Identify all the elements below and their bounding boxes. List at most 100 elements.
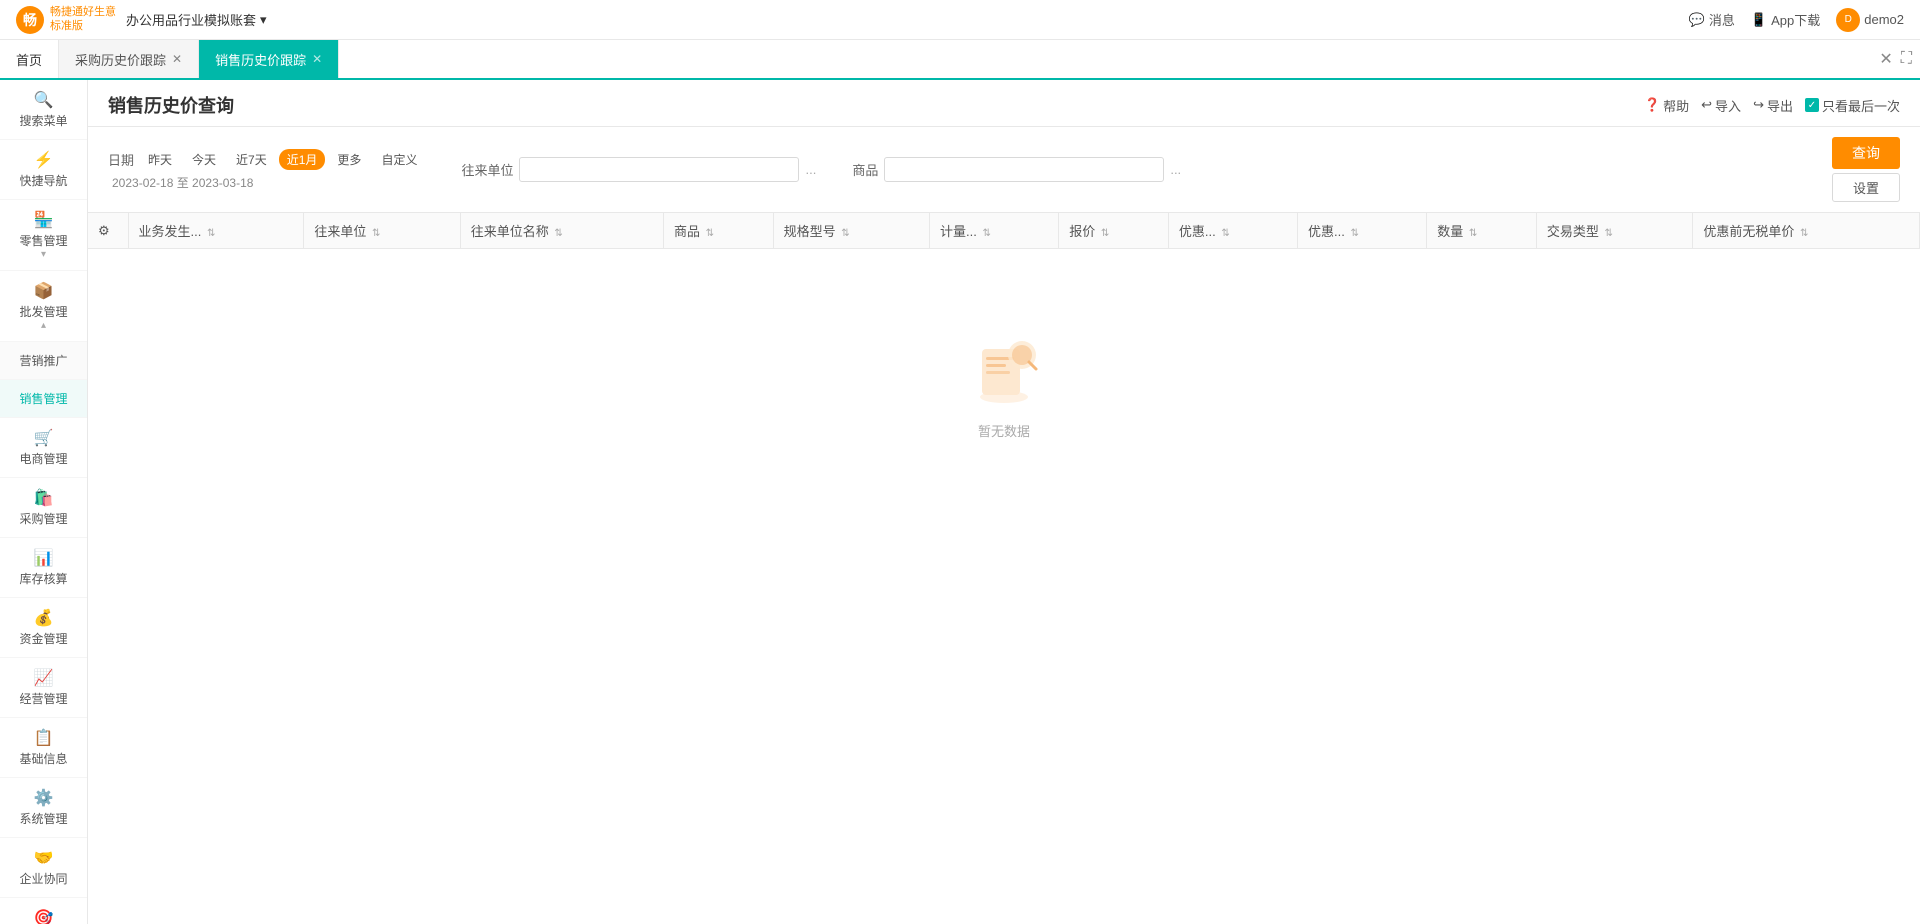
tab-bar-actions: ✕ ⛶	[1871, 40, 1920, 78]
sidebar-item-label: 零售管理	[19, 232, 67, 249]
close-all-tabs-btn[interactable]: ✕	[1879, 49, 1892, 69]
purchase-mgmt-icon: 🛍️	[34, 488, 54, 508]
date-btn-7days[interactable]: 近7天	[228, 149, 275, 170]
export-icon: ↪	[1753, 97, 1764, 113]
inventory-icon: 📊	[34, 548, 54, 568]
sidebar-item-search-menu[interactable]: 🔍 搜索菜单	[0, 80, 87, 140]
th-discount2[interactable]: 优惠... ⇅	[1298, 213, 1427, 249]
th-partner-code[interactable]: 往来单位 ⇅	[304, 213, 460, 249]
tab-sales-history[interactable]: 销售历史价跟踪 ✕	[199, 40, 339, 78]
date-btn-1month[interactable]: 近1月	[279, 149, 326, 170]
sidebar-item-inventory[interactable]: 📊 库存核算	[0, 538, 87, 598]
tab-sales-close[interactable]: ✕	[312, 52, 322, 66]
content-area: 销售历史价查询 ❓ 帮助 ↩ 导入 ↪ 导出 ✓ 只看最后一次	[88, 80, 1920, 924]
header-row: ⚙ 业务发生... ⇅ 往来单位 ⇅ 往来单位名称 ⇅	[88, 213, 1920, 249]
th-pretax-price[interactable]: 优惠前无税单价 ⇅	[1693, 213, 1920, 249]
date-btn-more[interactable]: 更多	[329, 149, 369, 170]
basic-info-icon: 📋	[34, 728, 54, 748]
sort-icon: ⇅	[1800, 228, 1808, 239]
message-icon: 💬	[1689, 12, 1705, 28]
filter-area: 日期 昨天 今天 近7天 近1月 更多 自定义 2023-02-18 至 202…	[88, 127, 1920, 213]
sidebar-item-quick-nav[interactable]: ⚡ 快捷导航	[0, 140, 87, 200]
user-menu[interactable]: D demo2	[1836, 8, 1904, 32]
tab-purchase-close[interactable]: ✕	[172, 52, 182, 66]
maximize-btn[interactable]: ⛶	[1901, 50, 1912, 68]
sidebar-item-marketing[interactable]: 营销推广	[0, 342, 87, 380]
page-title: 销售历史价查询	[108, 92, 234, 118]
th-spec[interactable]: 规格型号 ⇅	[773, 213, 929, 249]
th-partner-name[interactable]: 往来单位名称 ⇅	[460, 213, 663, 249]
only-last-toggle[interactable]: ✓ 只看最后一次	[1805, 96, 1900, 115]
th-product[interactable]: 商品 ⇅	[663, 213, 773, 249]
sidebar-item-wholesale-mgmt[interactable]: 📦 批发管理 ▴	[0, 271, 87, 342]
enterprise-icon: 🤝	[34, 848, 54, 868]
export-btn[interactable]: ↪ 导出	[1753, 96, 1793, 115]
app-download-btn[interactable]: 📱 App下载	[1751, 10, 1820, 29]
table-header: ⚙ 业务发生... ⇅ 往来单位 ⇅ 往来单位名称 ⇅	[88, 213, 1920, 249]
help-icon: ❓	[1644, 97, 1660, 113]
sidebar-item-finance[interactable]: 💰 资金管理	[0, 598, 87, 658]
th-quote[interactable]: 报价 ⇅	[1059, 213, 1169, 249]
dropdown-icon: ▾	[260, 12, 267, 28]
th-gear[interactable]: ⚙	[88, 213, 128, 249]
sidebar-item-label: 基础信息	[19, 750, 67, 767]
empty-text: 暂无数据	[978, 421, 1030, 440]
tab-home[interactable]: 首页	[0, 40, 59, 78]
sidebar-item-purchase-mgmt[interactable]: 🛍️ 采购管理	[0, 478, 87, 538]
logo-area: 畅 畅捷通好生意 标准版	[16, 6, 116, 34]
table-area: ⚙ 业务发生... ⇅ 往来单位 ⇅ 往来单位名称 ⇅	[88, 213, 1920, 924]
date-range-display: 2023-02-18 至 2023-03-18	[112, 174, 425, 191]
query-actions: 查询 设置	[1832, 137, 1900, 202]
sidebar-item-operations[interactable]: 📈 经营管理	[0, 658, 87, 718]
top-bar: 畅 畅捷通好生意 标准版 办公用品行业模拟账套 ▾ 💬 消息 📱 App下载 D…	[0, 0, 1920, 40]
company-selector[interactable]: 办公用品行业模拟账套 ▾	[126, 10, 267, 29]
th-product-label: 商品	[674, 224, 700, 239]
product-dots-btn[interactable]: ...	[1170, 162, 1181, 177]
sort-icon: ⇅	[1101, 228, 1109, 239]
sidebar-item-sales-mgmt[interactable]: 销售管理	[0, 380, 87, 418]
partner-dots-btn[interactable]: ...	[805, 162, 816, 177]
sidebar-item-enterprise[interactable]: 🤝 企业协同	[0, 838, 87, 898]
expand-icon: ▾	[41, 249, 46, 260]
tab-home-label: 首页	[16, 50, 42, 69]
empty-icon	[964, 329, 1044, 409]
sidebar-item-label: 快捷导航	[19, 172, 67, 189]
date-btn-custom[interactable]: 自定义	[373, 149, 425, 170]
sidebar-item-system[interactable]: ⚙️ 系统管理	[0, 778, 87, 838]
help-btn[interactable]: ❓ 帮助	[1644, 96, 1689, 115]
expand-icon: ▴	[41, 320, 46, 331]
query-button[interactable]: 查询	[1832, 137, 1900, 169]
partner-input[interactable]	[519, 157, 799, 182]
empty-state: 暂无数据	[88, 249, 1920, 520]
date-filter-group: 日期 昨天 今天 近7天 近1月 更多 自定义	[108, 149, 425, 170]
product-input[interactable]	[884, 157, 1164, 182]
checkbox-icon: ✓	[1805, 98, 1819, 112]
tab-purchase-history[interactable]: 采购历史价跟踪 ✕	[59, 40, 199, 78]
sidebar: 🔍 搜索菜单 ⚡ 快捷导航 🏪 零售管理 ▾ 📦 批发管理 ▴ 营销推广 销售管…	[0, 80, 88, 924]
top-bar-right: 💬 消息 📱 App下载 D demo2	[1689, 8, 1904, 32]
th-quantity[interactable]: 数量 ⇅	[1427, 213, 1537, 249]
quick-nav-icon: ⚡	[34, 150, 54, 170]
date-btn-today[interactable]: 今天	[184, 149, 224, 170]
settings-button[interactable]: 设置	[1832, 173, 1900, 202]
sort-icon: ⇅	[983, 228, 991, 239]
sidebar-item-ecommerce[interactable]: 🛒 电商管理	[0, 418, 87, 478]
ecommerce-icon: 🛒	[34, 428, 54, 448]
page-header: 销售历史价查询 ❓ 帮助 ↩ 导入 ↪ 导出 ✓ 只看最后一次	[88, 80, 1920, 127]
message-btn[interactable]: 💬 消息	[1689, 10, 1735, 29]
product-filter-group: 商品 ...	[852, 157, 1181, 182]
main-layout: 🔍 搜索菜单 ⚡ 快捷导航 🏪 零售管理 ▾ 📦 批发管理 ▴ 营销推广 销售管…	[0, 80, 1920, 924]
th-unit[interactable]: 计量... ⇅	[930, 213, 1059, 249]
sidebar-item-guide[interactable]: 🎯 新手引导	[0, 898, 87, 924]
th-biz-date-label: 业务发生...	[139, 224, 205, 239]
import-btn[interactable]: ↩ 导入	[1701, 96, 1741, 115]
sidebar-item-retail-mgmt[interactable]: 🏪 零售管理 ▾	[0, 200, 87, 271]
th-discount1[interactable]: 优惠... ⇅	[1168, 213, 1297, 249]
tab-purchase-label: 采购历史价跟踪	[75, 50, 166, 69]
th-biz-date[interactable]: 业务发生... ⇅	[128, 213, 304, 249]
sidebar-item-basic-info[interactable]: 📋 基础信息	[0, 718, 87, 778]
page-actions: ❓ 帮助 ↩ 导入 ↪ 导出 ✓ 只看最后一次	[1644, 96, 1900, 115]
th-trade-type[interactable]: 交易类型 ⇅	[1536, 213, 1692, 249]
date-btn-yesterday[interactable]: 昨天	[140, 149, 180, 170]
partner-label: 往来单位	[461, 160, 513, 179]
